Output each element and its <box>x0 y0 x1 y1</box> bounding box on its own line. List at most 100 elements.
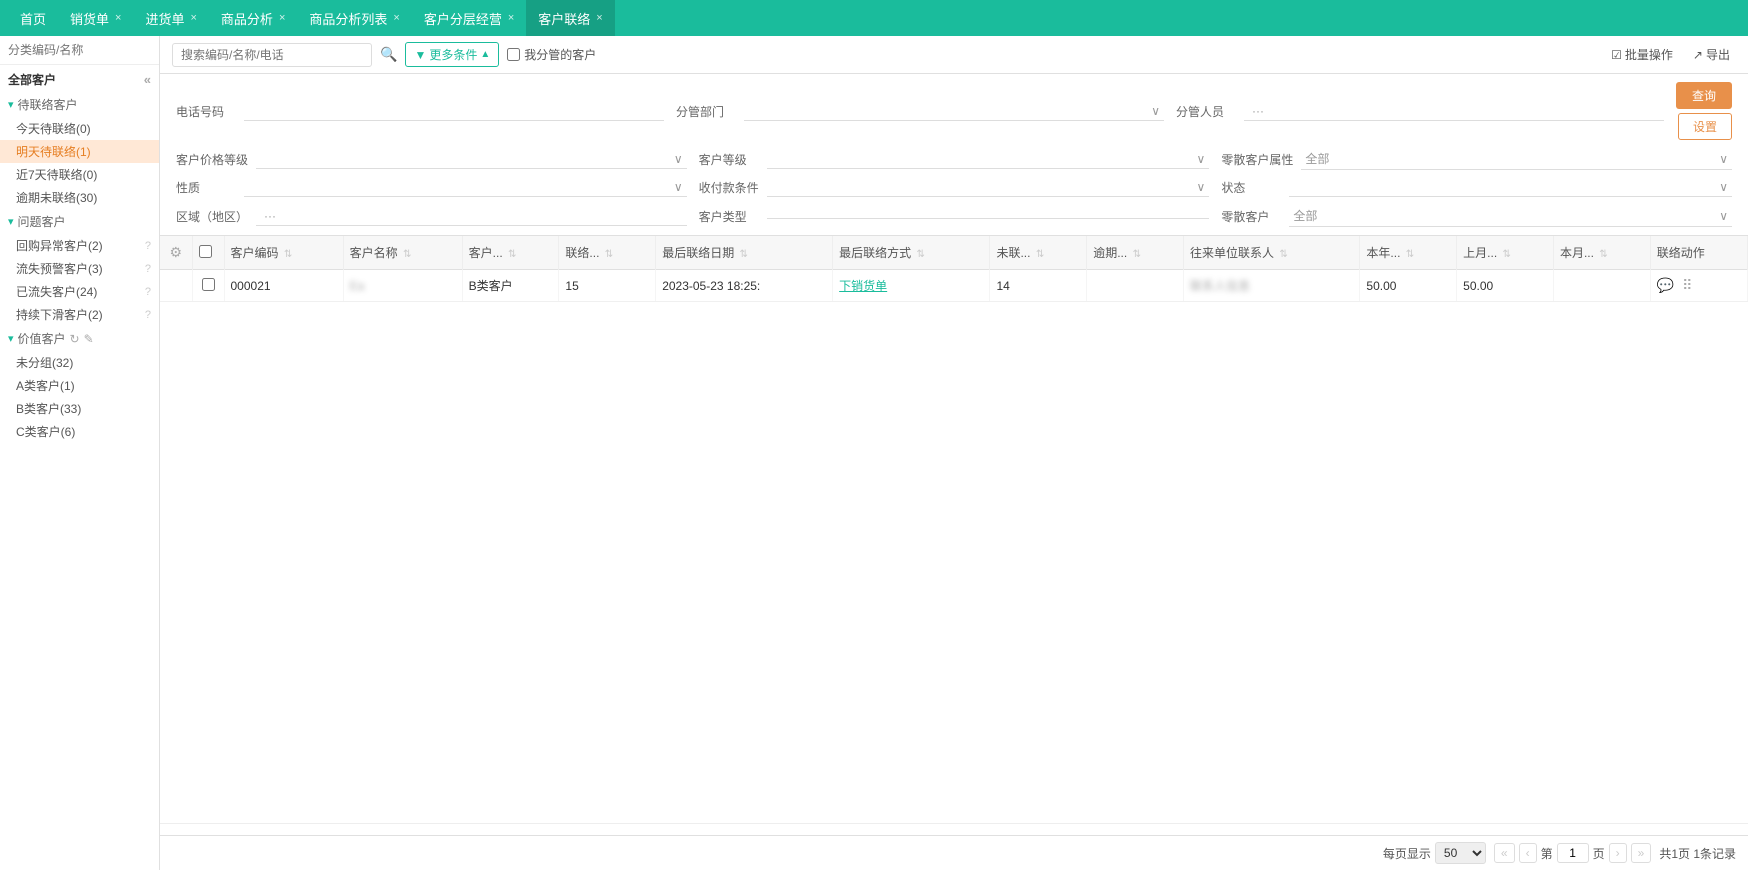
customer-level-chevron-icon: ∨ <box>1197 152 1206 166</box>
nav-close-customer-contact[interactable]: × <box>596 12 602 24</box>
first-page-button[interactable]: « <box>1494 843 1515 863</box>
sidebar-item-unclassified[interactable]: 未分组(32) <box>0 351 159 374</box>
filter-payment-select[interactable]: ∨ <box>767 178 1210 197</box>
manager-dots-icon[interactable]: ··· <box>1252 104 1264 118</box>
sort-method-icon[interactable]: ⇅ <box>917 249 925 260</box>
row-action-comment-icon[interactable]: 💬 <box>1657 277 1674 294</box>
last-page-button[interactable]: » <box>1631 843 1652 863</box>
td-this-year: 50.00 <box>1360 270 1457 302</box>
filter-customer-type-select[interactable] <box>767 214 1210 219</box>
filter-field-manager: 分管人员 ··· <box>1176 102 1664 121</box>
last-method-link[interactable]: 下销货单 <box>839 279 887 293</box>
sidebar-item-tomorrow-pending[interactable]: 明天待联络(1) <box>0 140 159 163</box>
help-icon-churn-warning[interactable]: ? <box>145 263 151 275</box>
filter-my-customers-checkbox[interactable]: 我分管的客户 <box>507 46 596 63</box>
sidebar-item-class-b[interactable]: B类客户(33) <box>0 397 159 420</box>
filter-search-input[interactable] <box>172 43 372 67</box>
help-icon-abnormal[interactable]: ? <box>145 240 151 252</box>
filter-status-select[interactable]: ∨ <box>1289 178 1732 197</box>
filter-manager-select[interactable]: ··· <box>1244 102 1664 121</box>
my-customers-checkbox-input[interactable] <box>507 48 520 61</box>
sort-year-icon[interactable]: ⇅ <box>1406 249 1414 260</box>
sort-type-icon[interactable]: ⇅ <box>508 249 516 260</box>
sort-last-month-icon[interactable]: ⇅ <box>1503 249 1511 260</box>
sidebar-search-input[interactable] <box>8 43 160 57</box>
th-actions: 联络动作 <box>1650 236 1747 270</box>
sidebar-item-7days-pending[interactable]: 近7天待联络(0) <box>0 163 159 186</box>
sidebar-collapse-icon[interactable]: « <box>144 72 151 87</box>
advanced-filter-panel: 电话号码 分管部门 ∨ 分管人员 ··· <box>160 74 1748 236</box>
sidebar-item-overdue-pending[interactable]: 逾期未联络(30) <box>0 186 159 209</box>
filter-retail-attr-select[interactable]: 全部 ∨ <box>1301 148 1732 170</box>
page-size-select[interactable]: 50 100 200 <box>1435 842 1486 864</box>
help-icon-declining[interactable]: ? <box>145 309 151 321</box>
filter-field-phone: 电话号码 <box>176 102 664 121</box>
action-icons: 💬 ⠿ <box>1657 277 1741 294</box>
sidebar-item-class-a[interactable]: A类客户(1) <box>0 374 159 397</box>
row-action-menu-icon[interactable]: ⠿ <box>1682 277 1692 294</box>
batch-ops-checkbox-icon: ☑ <box>1611 48 1622 62</box>
table-gear-icon[interactable]: ⚙ <box>169 244 182 260</box>
filter-gender-select[interactable]: ∨ <box>244 178 687 197</box>
horizontal-scrollbar[interactable] <box>160 823 1748 835</box>
nav-sales-order[interactable]: 销货单 × <box>58 0 133 36</box>
sidebar-item-class-c[interactable]: C类客户(6) <box>0 420 159 443</box>
filter-bar: 🔍 ▼ 更多条件 ▲ 我分管的客户 ☑ 批量操作 ↗ 导出 <box>160 36 1748 74</box>
filter-search-button[interactable]: 🔍 <box>380 46 397 63</box>
sidebar-item-declining[interactable]: 持续下滑客户(2) ? <box>0 303 159 326</box>
nav-product-analysis-list[interactable]: 商品分析列表 × <box>297 0 411 36</box>
sort-name-icon[interactable]: ⇅ <box>403 249 411 260</box>
sidebar-all-customers[interactable]: 全部客户 « <box>0 65 159 92</box>
set-button[interactable]: 设置 <box>1678 113 1732 140</box>
th-last-month: 上月... ⇅ <box>1457 236 1554 270</box>
filter-more-conditions-button[interactable]: ▼ 更多条件 ▲ <box>405 42 499 67</box>
sort-contact-icon[interactable]: ⇅ <box>605 249 613 260</box>
filter-phone-input[interactable] <box>244 102 664 121</box>
filter-retail-select[interactable]: 全部 ∨ <box>1289 205 1732 227</box>
sidebar-item-today-pending[interactable]: 今天待联络(0) <box>0 117 159 140</box>
th-checkbox <box>192 236 224 270</box>
help-icon-churned[interactable]: ? <box>145 286 151 298</box>
nav-customer-contact[interactable]: 客户联络 × <box>526 0 614 36</box>
adv-filter-row-4: 区域（地区） ··· 客户类型 零散客户 全部 ∨ <box>176 205 1732 227</box>
sidebar-item-churn-warning[interactable]: 流失预警客户(3) ? <box>0 257 159 280</box>
batch-ops-button[interactable]: ☑ 批量操作 <box>1605 43 1679 66</box>
row-checkbox[interactable] <box>202 278 215 291</box>
filter-region-select[interactable]: ··· <box>256 207 687 226</box>
export-button[interactable]: ↗ 导出 <box>1687 43 1736 66</box>
nav-home[interactable]: 首页 <box>8 0 58 36</box>
sidebar-item-churned[interactable]: 已流失客户(24) ? <box>0 280 159 303</box>
nav-close-customer-tier[interactable]: × <box>508 12 514 24</box>
region-dots-icon[interactable]: ··· <box>264 209 276 223</box>
select-all-checkbox[interactable] <box>199 245 212 258</box>
filter-field-retail: 零散客户 全部 ∨ <box>1221 205 1732 227</box>
page-number-input[interactable] <box>1557 843 1589 863</box>
nav-close-sales-order[interactable]: × <box>115 12 121 24</box>
nav-close-purchase-order[interactable]: × <box>190 12 196 24</box>
sort-contact-person-icon[interactable]: ⇅ <box>1279 249 1287 260</box>
query-button[interactable]: 查询 <box>1676 82 1732 109</box>
th-this-year: 本年... ⇅ <box>1360 236 1457 270</box>
value-group-edit-icon[interactable]: ✎ <box>84 332 94 346</box>
sort-code-icon[interactable]: ⇅ <box>284 249 292 260</box>
th-customer-name: 客户名称 ⇅ <box>343 236 462 270</box>
table-row: 000021 Ea B类客户 15 2023-05-23 18:25: <box>160 270 1748 302</box>
next-page-button[interactable]: › <box>1609 843 1627 863</box>
filter-field-gender: 性质 ∨ <box>176 178 687 197</box>
value-group-refresh-icon[interactable]: ↻ <box>70 332 80 346</box>
sort-date-icon[interactable]: ⇅ <box>740 249 748 260</box>
content-area: 🔍 ▼ 更多条件 ▲ 我分管的客户 ☑ 批量操作 ↗ 导出 <box>160 36 1748 870</box>
nav-customer-tier[interactable]: 客户分层经营 × <box>412 0 526 36</box>
sort-this-month-icon[interactable]: ⇅ <box>1599 249 1607 260</box>
prev-page-button[interactable]: ‹ <box>1519 843 1537 863</box>
filter-price-level-select[interactable]: ∨ <box>256 150 687 169</box>
nav-product-analysis[interactable]: 商品分析 × <box>209 0 297 36</box>
sidebar-item-abnormal-repurchase[interactable]: 回购异常客户(2) ? <box>0 234 159 257</box>
nav-purchase-order[interactable]: 进货单 × <box>133 0 208 36</box>
filter-dept-select[interactable]: ∨ <box>744 102 1164 121</box>
nav-close-product-analysis[interactable]: × <box>279 12 285 24</box>
nav-close-product-analysis-list[interactable]: × <box>393 12 399 24</box>
filter-customer-level-select[interactable]: ∨ <box>767 150 1210 169</box>
sort-unlocked-icon[interactable]: ⇅ <box>1036 249 1044 260</box>
sort-overdue-icon[interactable]: ⇅ <box>1133 249 1141 260</box>
